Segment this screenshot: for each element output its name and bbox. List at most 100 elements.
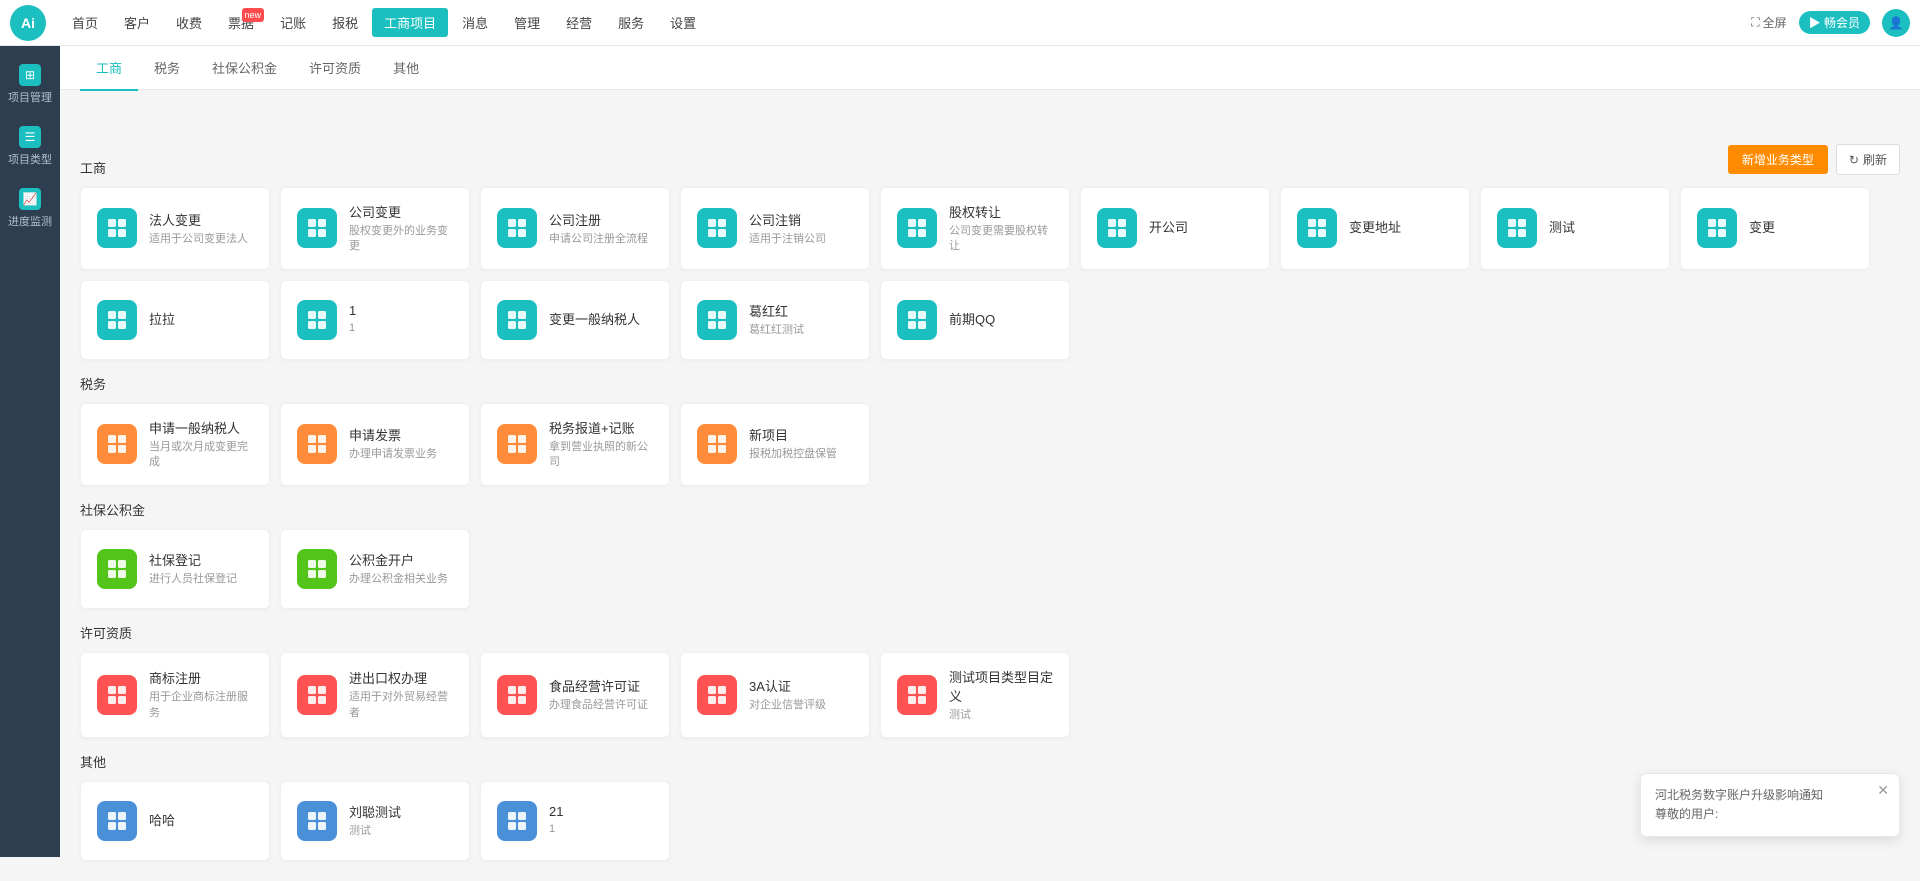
card-name: 21 — [549, 804, 563, 819]
refresh-button[interactable]: ↻ 刷新 — [1836, 144, 1900, 175]
card-1[interactable]: 11 — [280, 280, 470, 360]
card-name: 公司变更 — [349, 202, 453, 221]
card-icon — [897, 675, 937, 715]
nav-item-管理[interactable]: 管理 — [502, 8, 552, 37]
card-法人变更[interactable]: 法人变更适用于公司变更法人 — [80, 187, 270, 270]
card-text: 变更 — [1749, 217, 1775, 239]
card-icon — [297, 208, 337, 248]
card-变更[interactable]: 变更 — [1680, 187, 1870, 270]
card-name: 申请一般纳税人 — [149, 418, 253, 437]
card-icon — [97, 549, 137, 589]
card-公司注销[interactable]: 公司注销适用于注销公司 — [680, 187, 870, 270]
card-name: 法人变更 — [149, 210, 248, 229]
tab-许可资质[interactable]: 许可资质 — [293, 46, 377, 91]
card-icon — [697, 424, 737, 464]
card-拉拉[interactable]: 拉拉 — [80, 280, 270, 360]
card-desc: 股权变更外的业务变更 — [349, 224, 453, 255]
sidebar-item-项目类型[interactable]: ☰项目类型 — [3, 118, 57, 175]
top-nav: Ai 首页客户收费票据new记账报税工商项目消息管理经营服务设置 ⛶ 全屏 ▶ … — [0, 0, 1920, 46]
vip-button[interactable]: ▶ 畅会员 — [1799, 11, 1870, 34]
card-刘聪测试[interactable]: 刘聪测试测试 — [280, 781, 470, 861]
card-申请发票[interactable]: 申请发票办理申请发票业务 — [280, 403, 470, 486]
card-开公司[interactable]: 开公司 — [1080, 187, 1270, 270]
card-测试项目类型目定义[interactable]: 测试项目类型目定义测试 — [880, 652, 1070, 738]
section-title-工商: 工商 — [80, 158, 1900, 177]
nav-item-客户[interactable]: 客户 — [112, 8, 162, 37]
card-name: 公司注册 — [549, 210, 648, 229]
card-text: 公司注册申请公司注册全流程 — [549, 210, 648, 247]
nav-item-经营[interactable]: 经营 — [554, 8, 604, 37]
card-text: 社保登记进行人员社保登记 — [149, 550, 237, 587]
card-葛红红[interactable]: 葛红红葛红红测试 — [680, 280, 870, 360]
card-公积金开户[interactable]: 公积金开户办理公积金相关业务 — [280, 529, 470, 609]
card-name: 税务报道+记账 — [549, 418, 653, 437]
card-desc: 拿到营业执照的新公司 — [549, 440, 653, 471]
card-21[interactable]: 211 — [480, 781, 670, 861]
nav-item-票据[interactable]: 票据new — [216, 8, 266, 37]
card-text: 税务报道+记账拿到营业执照的新公司 — [549, 418, 653, 471]
card-公司变更[interactable]: 公司变更股权变更外的业务变更 — [280, 187, 470, 270]
nav-item-收费[interactable]: 收费 — [164, 8, 214, 37]
tab-其他[interactable]: 其他 — [377, 46, 435, 91]
card-text: 11 — [349, 303, 356, 336]
card-text: 变更一般纳税人 — [549, 309, 640, 331]
card-name: 葛红红 — [749, 301, 804, 320]
avatar[interactable]: 👤 — [1882, 9, 1910, 37]
card-股权转让[interactable]: 股权转让公司变更需要股权转让 — [880, 187, 1070, 270]
card-name: 商标注册 — [149, 668, 253, 687]
sidebar: ⊞项目管理☰项目类型📈进度监测 — [0, 46, 60, 857]
card-进出口权办理[interactable]: 进出口权办理适用于对外贸易经营者 — [280, 652, 470, 738]
refresh-label: 刷新 — [1863, 151, 1887, 168]
vip-label: 畅会员 — [1824, 16, 1860, 30]
card-name: 食品经营许可证 — [549, 676, 648, 695]
sidebar-item-进度监测[interactable]: 📈进度监测 — [3, 180, 57, 237]
section-title-许可资质: 许可资质 — [80, 623, 1900, 642]
sidebar-icon: ⊞ — [19, 64, 41, 86]
card-前期QQ[interactable]: 前期QQ — [880, 280, 1070, 360]
tab-社保公积金[interactable]: 社保公积金 — [196, 46, 293, 91]
notification-text: 河北税务数字账户升级影响通知 尊敬的用户: — [1655, 786, 1885, 824]
card-icon — [897, 208, 937, 248]
card-公司注册[interactable]: 公司注册申请公司注册全流程 — [480, 187, 670, 270]
tab-税务[interactable]: 税务 — [138, 46, 196, 91]
card-text: 测试 — [1549, 217, 1575, 239]
card-测试[interactable]: 测试 — [1480, 187, 1670, 270]
card-3A认证[interactable]: 3A认证对企业信誉评级 — [680, 652, 870, 738]
card-税务报道+记账[interactable]: 税务报道+记账拿到营业执照的新公司 — [480, 403, 670, 486]
nav-item-报税[interactable]: 报税 — [320, 8, 370, 37]
card-食品经营许可证[interactable]: 食品经营许可证办理食品经营许可证 — [480, 652, 670, 738]
nav-item-服务[interactable]: 服务 — [606, 8, 656, 37]
notification-sub: 尊敬的用户: — [1655, 805, 1885, 824]
card-icon — [1297, 208, 1337, 248]
card-name: 开公司 — [1149, 217, 1188, 236]
sidebar-label: 项目类型 — [8, 151, 52, 167]
notification-close-button[interactable]: ✕ — [1877, 782, 1889, 799]
card-变更一般纳税人[interactable]: 变更一般纳税人 — [480, 280, 670, 360]
card-申请一般纳税人[interactable]: 申请一般纳税人当月或次月成变更完成 — [80, 403, 270, 486]
card-text: 申请一般纳税人当月或次月成变更完成 — [149, 418, 253, 471]
card-新项目[interactable]: 新项目报税加税控盘保管 — [680, 403, 870, 486]
nav-item-记账[interactable]: 记账 — [268, 8, 318, 37]
card-icon — [297, 424, 337, 464]
card-变更地址[interactable]: 变更地址 — [1280, 187, 1470, 270]
nav-item-首页[interactable]: 首页 — [60, 8, 110, 37]
tab-工商[interactable]: 工商 — [80, 46, 138, 91]
nav-item-消息[interactable]: 消息 — [450, 8, 500, 37]
card-社保登记[interactable]: 社保登记进行人员社保登记 — [80, 529, 270, 609]
cards-grid-工商: 法人变更适用于公司变更法人 公司变更股权变更外的业务变更 公司注册申请公司注册全… — [80, 187, 1900, 360]
card-text: 公积金开户办理公积金相关业务 — [349, 550, 448, 587]
card-text: 商标注册用于企业商标注册服务 — [149, 668, 253, 721]
card-desc: 测试 — [949, 708, 1053, 723]
card-text: 股权转让公司变更需要股权转让 — [949, 202, 1053, 255]
sidebar-label: 进度监测 — [8, 213, 52, 229]
card-name: 刘聪测试 — [349, 802, 401, 821]
nav-item-工商项目[interactable]: 工商项目 — [372, 8, 448, 37]
sidebar-item-项目管理[interactable]: ⊞项目管理 — [3, 56, 57, 113]
card-text: 前期QQ — [949, 309, 995, 331]
nav-item-设置[interactable]: 设置 — [658, 8, 708, 37]
fullscreen-btn[interactable]: ⛶ 全屏 — [1751, 14, 1786, 31]
card-哈哈[interactable]: 哈哈 — [80, 781, 270, 861]
card-商标注册[interactable]: 商标注册用于企业商标注册服务 — [80, 652, 270, 738]
card-icon — [497, 300, 537, 340]
add-type-button[interactable]: 新增业务类型 — [1728, 145, 1828, 174]
